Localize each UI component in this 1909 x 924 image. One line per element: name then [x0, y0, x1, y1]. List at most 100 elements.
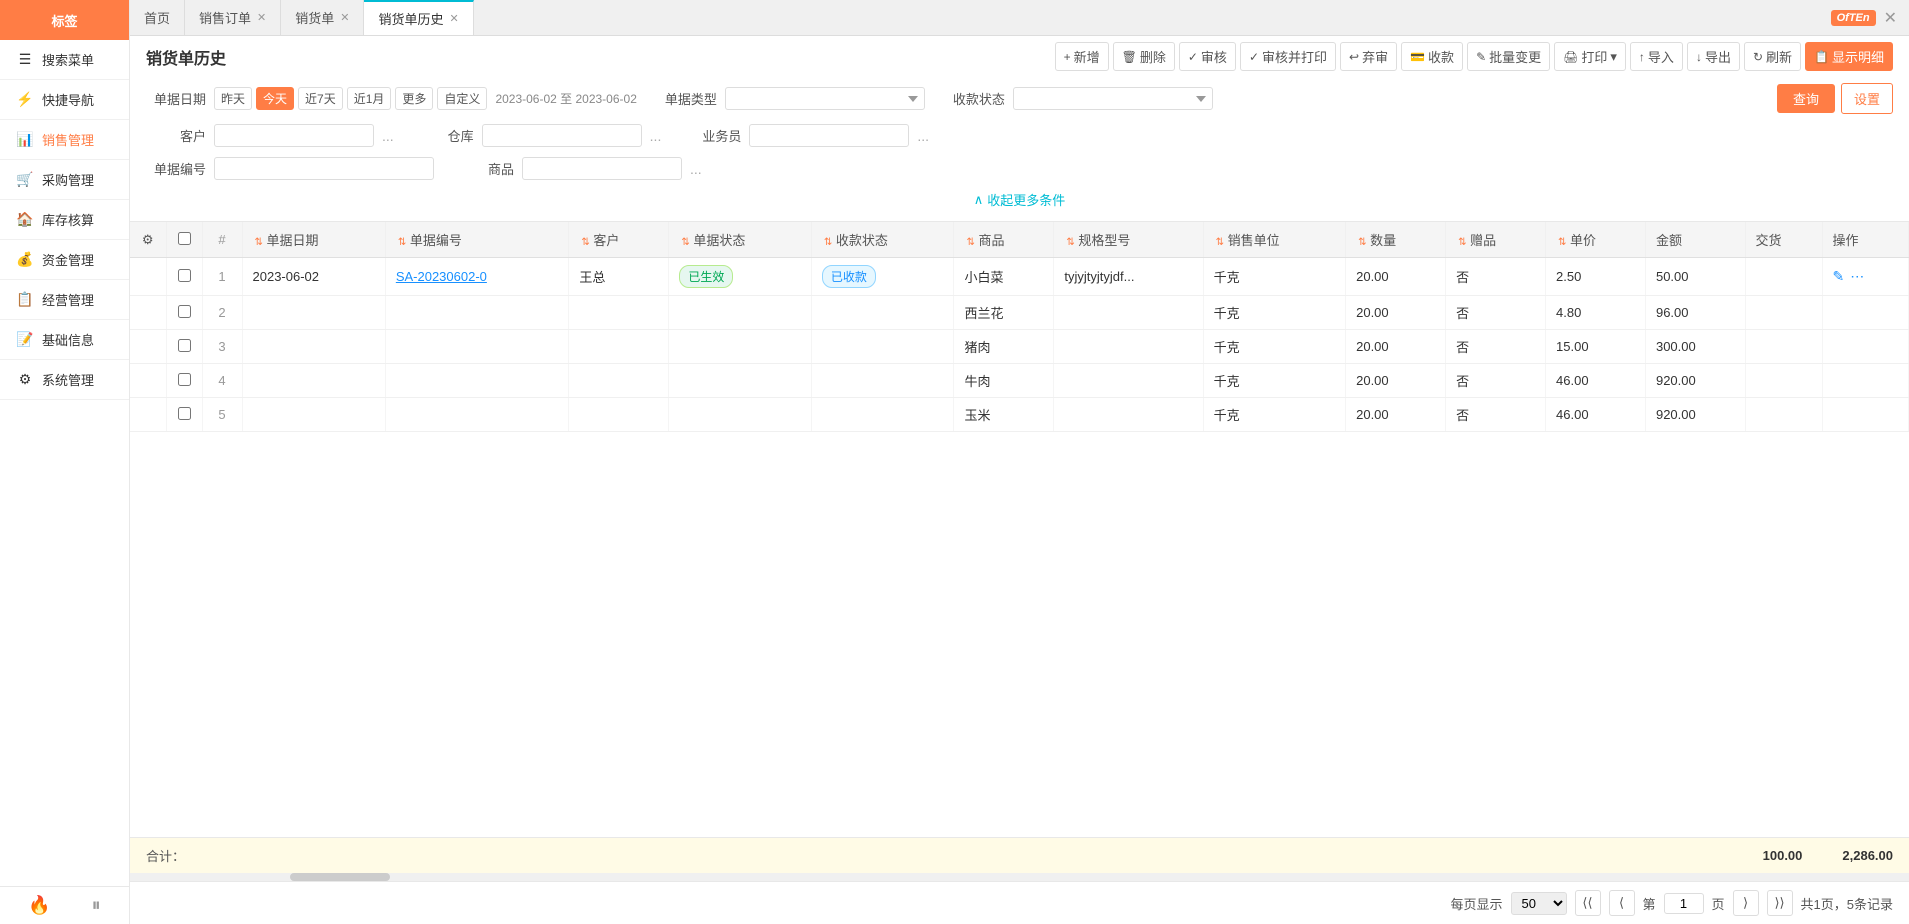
- col-unit[interactable]: ⇅ 销售单位: [1203, 222, 1346, 258]
- more-icon[interactable]: ⋯: [1850, 268, 1864, 285]
- col-doc-no[interactable]: ⇅ 单据编号: [385, 222, 569, 258]
- audit-print-button[interactable]: ✓ 审核并打印: [1240, 42, 1336, 71]
- discard-button[interactable]: ↩ 弃审: [1340, 42, 1397, 71]
- sidebar-fire-icon[interactable]: 🔥: [28, 895, 50, 916]
- cell-unit: 千克: [1203, 398, 1346, 432]
- cell-gear: [130, 364, 166, 398]
- cell-amount: 50.00: [1645, 258, 1745, 296]
- row-checkbox[interactable]: [178, 339, 191, 352]
- last-page-button[interactable]: ⟩⟩: [1767, 890, 1793, 916]
- batch-change-button[interactable]: ✎ 批量变更: [1467, 42, 1550, 71]
- per-page-select[interactable]: 50 100 200: [1511, 892, 1567, 915]
- export-button[interactable]: ↓ 导出: [1687, 42, 1740, 71]
- customer-dots[interactable]: ...: [382, 128, 394, 144]
- per-page-label: 每页显示: [1450, 894, 1502, 913]
- doc-type-select[interactable]: [725, 87, 925, 110]
- warehouse-dots[interactable]: ...: [650, 128, 662, 144]
- col-checkbox[interactable]: [166, 222, 202, 258]
- scrollbar-thumb[interactable]: [290, 873, 390, 881]
- cell-checkbox[interactable]: [166, 364, 202, 398]
- sidebar-pause-icon[interactable]: ⏸: [92, 895, 101, 916]
- sidebar-item-purchase-mgmt[interactable]: 🛒 采购管理: [0, 160, 129, 200]
- col-goods[interactable]: ⇅ 商品: [954, 222, 1054, 258]
- sidebar-item-search-menu[interactable]: ☰ 搜索菜单: [0, 40, 129, 80]
- tab-sales-goods-close[interactable]: ✕: [340, 11, 349, 24]
- row-checkbox[interactable]: [178, 305, 191, 318]
- col-collect-status[interactable]: ⇅ 收款状态: [811, 222, 954, 258]
- edit-icon[interactable]: ✎: [1833, 268, 1845, 285]
- sidebar-item-quick-nav[interactable]: ⚡ 快捷导航: [0, 80, 129, 120]
- show-detail-button[interactable]: 📋 显示明细: [1805, 42, 1893, 71]
- cell-doc-no[interactable]: SA-20230602-0: [385, 258, 569, 296]
- sidebar-item-finance[interactable]: 💰 资金管理: [0, 240, 129, 280]
- col-spec[interactable]: ⇅ 规格型号: [1054, 222, 1203, 258]
- print-button[interactable]: 🖨 打印 ▾: [1554, 42, 1626, 71]
- total-info: 共1页，5条记录: [1801, 894, 1893, 913]
- collect-button[interactable]: 💳 收款: [1401, 42, 1463, 71]
- sidebar-item-basic-info[interactable]: 📝 基础信息: [0, 320, 129, 360]
- next-page-button[interactable]: ⟩: [1733, 890, 1759, 916]
- tab-sales-order-close[interactable]: ✕: [257, 11, 266, 24]
- date-btn-more[interactable]: 更多: [395, 87, 433, 110]
- cell-doc-no[interactable]: [385, 398, 569, 432]
- delete-button[interactable]: 🗑 删除: [1113, 42, 1175, 71]
- doc-no-input[interactable]: [214, 157, 434, 180]
- cell-checkbox[interactable]: [166, 296, 202, 330]
- print-dropdown-icon: ▾: [1610, 49, 1617, 65]
- col-qty[interactable]: ⇅ 数量: [1346, 222, 1446, 258]
- date-btn-1month[interactable]: 近1月: [347, 87, 392, 110]
- cell-checkbox[interactable]: [166, 330, 202, 364]
- sort-icon: ⇅: [681, 237, 689, 248]
- collapse-button[interactable]: ∧ 收起更多条件: [146, 190, 1893, 209]
- tab-sales-history-close[interactable]: ✕: [450, 12, 459, 25]
- import-button[interactable]: ↑ 导入: [1630, 42, 1683, 71]
- sidebar: 标签 ☰ 搜索菜单 ⚡ 快捷导航 📊 销售管理 🛒 采购管理 🏠 库存核算 💰 …: [0, 0, 130, 924]
- prev-page-button[interactable]: ⟨: [1609, 890, 1635, 916]
- sidebar-item-inventory[interactable]: 🏠 库存核算: [0, 200, 129, 240]
- audit-button[interactable]: ✓ 审核: [1179, 42, 1236, 71]
- audit-print-icon: ✓: [1249, 50, 1259, 64]
- row-checkbox[interactable]: [178, 407, 191, 420]
- main-close-icon[interactable]: ✕: [1884, 8, 1897, 28]
- horizontal-scrollbar[interactable]: [130, 873, 1909, 881]
- col-gear[interactable]: ⚙: [130, 222, 166, 258]
- tab-sales-goods[interactable]: 销货单 ✕: [281, 0, 364, 35]
- date-btn-today[interactable]: 今天: [256, 87, 294, 110]
- salesperson-input[interactable]: [749, 124, 909, 147]
- doc-no-link[interactable]: SA-20230602-0: [396, 269, 487, 284]
- sidebar-item-operations[interactable]: 📋 经营管理: [0, 280, 129, 320]
- cell-checkbox[interactable]: [166, 258, 202, 296]
- set-button[interactable]: 设置: [1841, 83, 1893, 114]
- salesperson-dots[interactable]: ...: [917, 128, 929, 144]
- cell-checkbox[interactable]: [166, 398, 202, 432]
- refresh-button[interactable]: ↻ 刷新: [1744, 42, 1801, 71]
- tab-home[interactable]: 首页: [130, 0, 185, 35]
- col-customer[interactable]: ⇅ 客户: [569, 222, 669, 258]
- warehouse-input[interactable]: [482, 124, 642, 147]
- query-button[interactable]: 查询: [1777, 84, 1835, 113]
- cell-doc-no[interactable]: [385, 330, 569, 364]
- page-input[interactable]: [1664, 893, 1704, 914]
- date-btn-custom[interactable]: 自定义: [437, 87, 487, 110]
- date-btn-yesterday[interactable]: 昨天: [214, 87, 252, 110]
- tab-sales-order[interactable]: 销售订单 ✕: [185, 0, 281, 35]
- collect-status-select[interactable]: [1013, 87, 1213, 110]
- tab-sales-history[interactable]: 销货单历史 ✕: [364, 0, 473, 35]
- customer-input[interactable]: [214, 124, 374, 147]
- date-btn-7days[interactable]: 近7天: [298, 87, 343, 110]
- col-gift[interactable]: ⇅ 赠品: [1446, 222, 1546, 258]
- col-doc-status[interactable]: ⇅ 单据状态: [669, 222, 812, 258]
- row-checkbox[interactable]: [178, 373, 191, 386]
- goods-input[interactable]: [522, 157, 682, 180]
- col-price[interactable]: ⇅ 单价: [1546, 222, 1646, 258]
- goods-dots[interactable]: ...: [690, 161, 702, 177]
- first-page-button[interactable]: ⟨⟨: [1575, 890, 1601, 916]
- row-checkbox[interactable]: [178, 269, 191, 282]
- sidebar-item-sys-mgmt[interactable]: ⚙ 系统管理: [0, 360, 129, 400]
- cell-doc-no[interactable]: [385, 296, 569, 330]
- sidebar-item-sales-mgmt[interactable]: 📊 销售管理: [0, 120, 129, 160]
- select-all-checkbox[interactable]: [178, 232, 191, 245]
- add-button[interactable]: + 新增: [1055, 42, 1109, 71]
- cell-doc-no[interactable]: [385, 364, 569, 398]
- col-date[interactable]: ⇅ 单据日期: [242, 222, 385, 258]
